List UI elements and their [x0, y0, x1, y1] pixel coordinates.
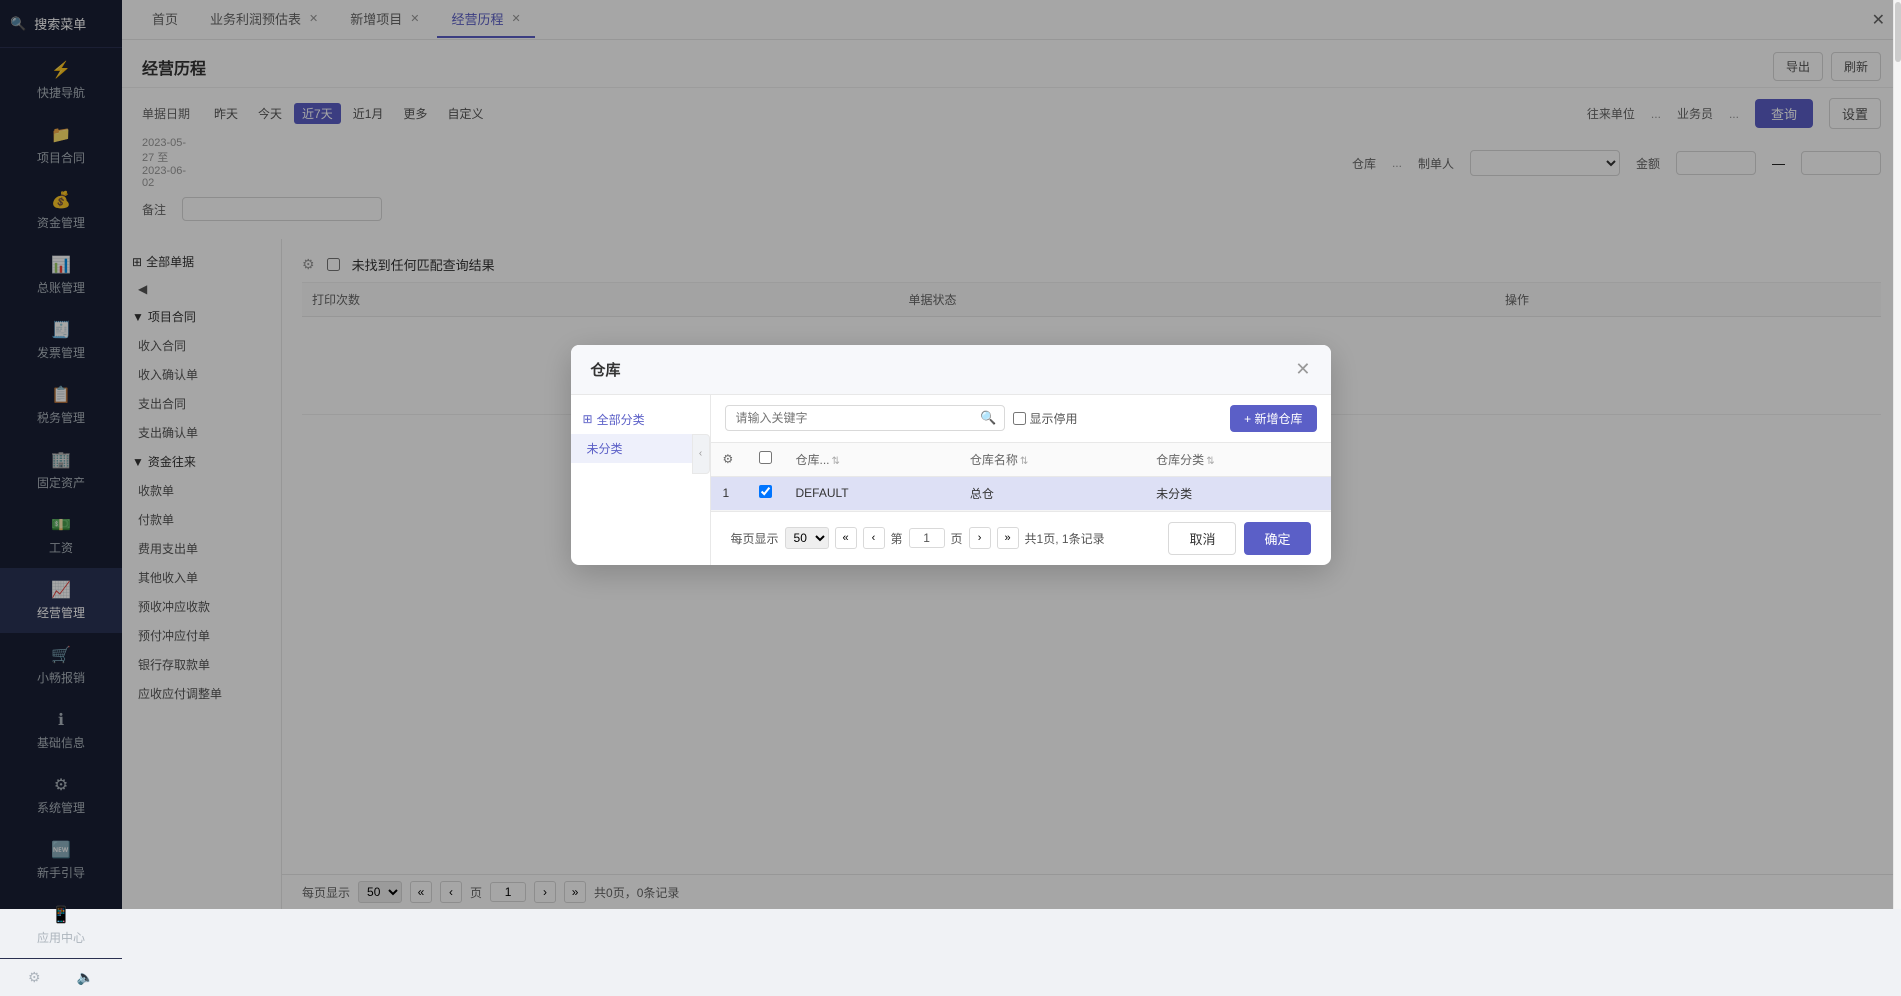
- modal-per-page-label: 每页显示: [731, 530, 779, 547]
- col-name: 仓库名称⇅: [958, 443, 1144, 477]
- modal-overlay: 仓库 ✕ ⊞ 全部分类 未分类 ‹: [0, 0, 1901, 909]
- modal-table-wrap: ⚙ 仓库...⇅ 仓库名称⇅: [711, 443, 1331, 511]
- modal-first-btn[interactable]: «: [835, 527, 857, 549]
- col-code: 仓库...⇅: [784, 443, 958, 477]
- modal-all-category-label: 全部分类: [597, 411, 645, 428]
- warehouse-modal: 仓库 ✕ ⊞ 全部分类 未分类 ‹: [571, 345, 1331, 565]
- modal-total-label: 共1页, 1条记录: [1025, 530, 1105, 547]
- modal-body: ⊞ 全部分类 未分类 ‹: [571, 395, 1331, 565]
- modal-close-btn[interactable]: ✕: [1295, 359, 1310, 380]
- modal-actions: 取消 确定: [1168, 522, 1310, 555]
- table-row[interactable]: 1 DEFAULT 总仓 未分类: [711, 476, 1331, 510]
- modal-pagination: 每页显示 50 « ‹ 第 页 › » 共1页, 1条记录: [731, 527, 1105, 549]
- modal-select-all-checkbox[interactable]: [759, 451, 772, 464]
- show-disabled-checkbox[interactable]: [1013, 412, 1026, 425]
- name-sort-icon: ⇅: [1020, 456, 1028, 467]
- modal-collapse-btn[interactable]: ‹: [692, 434, 710, 474]
- add-warehouse-btn[interactable]: + 新增仓库: [1230, 405, 1316, 432]
- modal-page-label: 第: [891, 530, 903, 547]
- row-category: 未分类: [1144, 476, 1330, 510]
- modal-title: 仓库: [591, 359, 621, 380]
- cancel-btn[interactable]: 取消: [1168, 522, 1236, 555]
- show-disabled-label: 显示停用: [1013, 410, 1078, 427]
- col-checkbox: [747, 443, 784, 477]
- modal-toolbar: 🔍 显示停用 + 新增仓库: [711, 395, 1331, 443]
- modal-search-input[interactable]: [725, 405, 1005, 431]
- col-settings: ⚙: [711, 443, 747, 477]
- sidebar-label-appstore: 应用中心: [37, 929, 85, 946]
- settings-icon[interactable]: ⚙: [28, 969, 41, 986]
- modal-per-page-select[interactable]: 50: [785, 527, 829, 549]
- row-checkbox: [747, 476, 784, 510]
- modal-sidebar-item-unclassified[interactable]: 未分类: [571, 434, 692, 463]
- modal-footer: 每页显示 50 « ‹ 第 页 › » 共1页, 1条记录: [711, 511, 1331, 565]
- modal-sidebar-header: ⊞ 全部分类: [571, 405, 710, 434]
- modal-next-btn[interactable]: ›: [969, 527, 991, 549]
- row-settings: 1: [711, 476, 747, 510]
- modal-sidebar-content: 未分类 ‹: [571, 434, 710, 555]
- modal-search-icon: 🔍: [980, 410, 996, 426]
- show-disabled-text: 显示停用: [1030, 410, 1078, 427]
- category-sort-icon: ⇅: [1206, 456, 1214, 467]
- modal-table: ⚙ 仓库...⇅ 仓库名称⇅: [711, 443, 1331, 511]
- modal-sidebar-items: 未分类: [571, 434, 692, 555]
- modal-prev-btn[interactable]: ‹: [863, 527, 885, 549]
- volume-icon[interactable]: 🔈: [77, 969, 94, 986]
- modal-last-btn[interactable]: »: [997, 527, 1019, 549]
- modal-header: 仓库 ✕: [571, 345, 1331, 395]
- confirm-btn[interactable]: 确定: [1244, 522, 1310, 555]
- modal-page-unit: 页: [951, 530, 963, 547]
- grid-icon-modal: ⊞: [583, 412, 593, 426]
- sidebar-bottom: ⚙ 🔈: [0, 958, 122, 996]
- col-category: 仓库分类⇅: [1144, 443, 1330, 477]
- row-code: DEFAULT: [784, 476, 958, 510]
- modal-main: 🔍 显示停用 + 新增仓库 ⚙: [711, 395, 1331, 565]
- modal-page-input[interactable]: [909, 528, 945, 548]
- row-select-checkbox[interactable]: [759, 485, 772, 498]
- code-sort-icon: ⇅: [832, 456, 840, 467]
- modal-sidebar: ⊞ 全部分类 未分类 ‹: [571, 395, 711, 565]
- row-name: 总仓: [958, 476, 1144, 510]
- modal-search-wrap: 🔍: [725, 405, 1005, 431]
